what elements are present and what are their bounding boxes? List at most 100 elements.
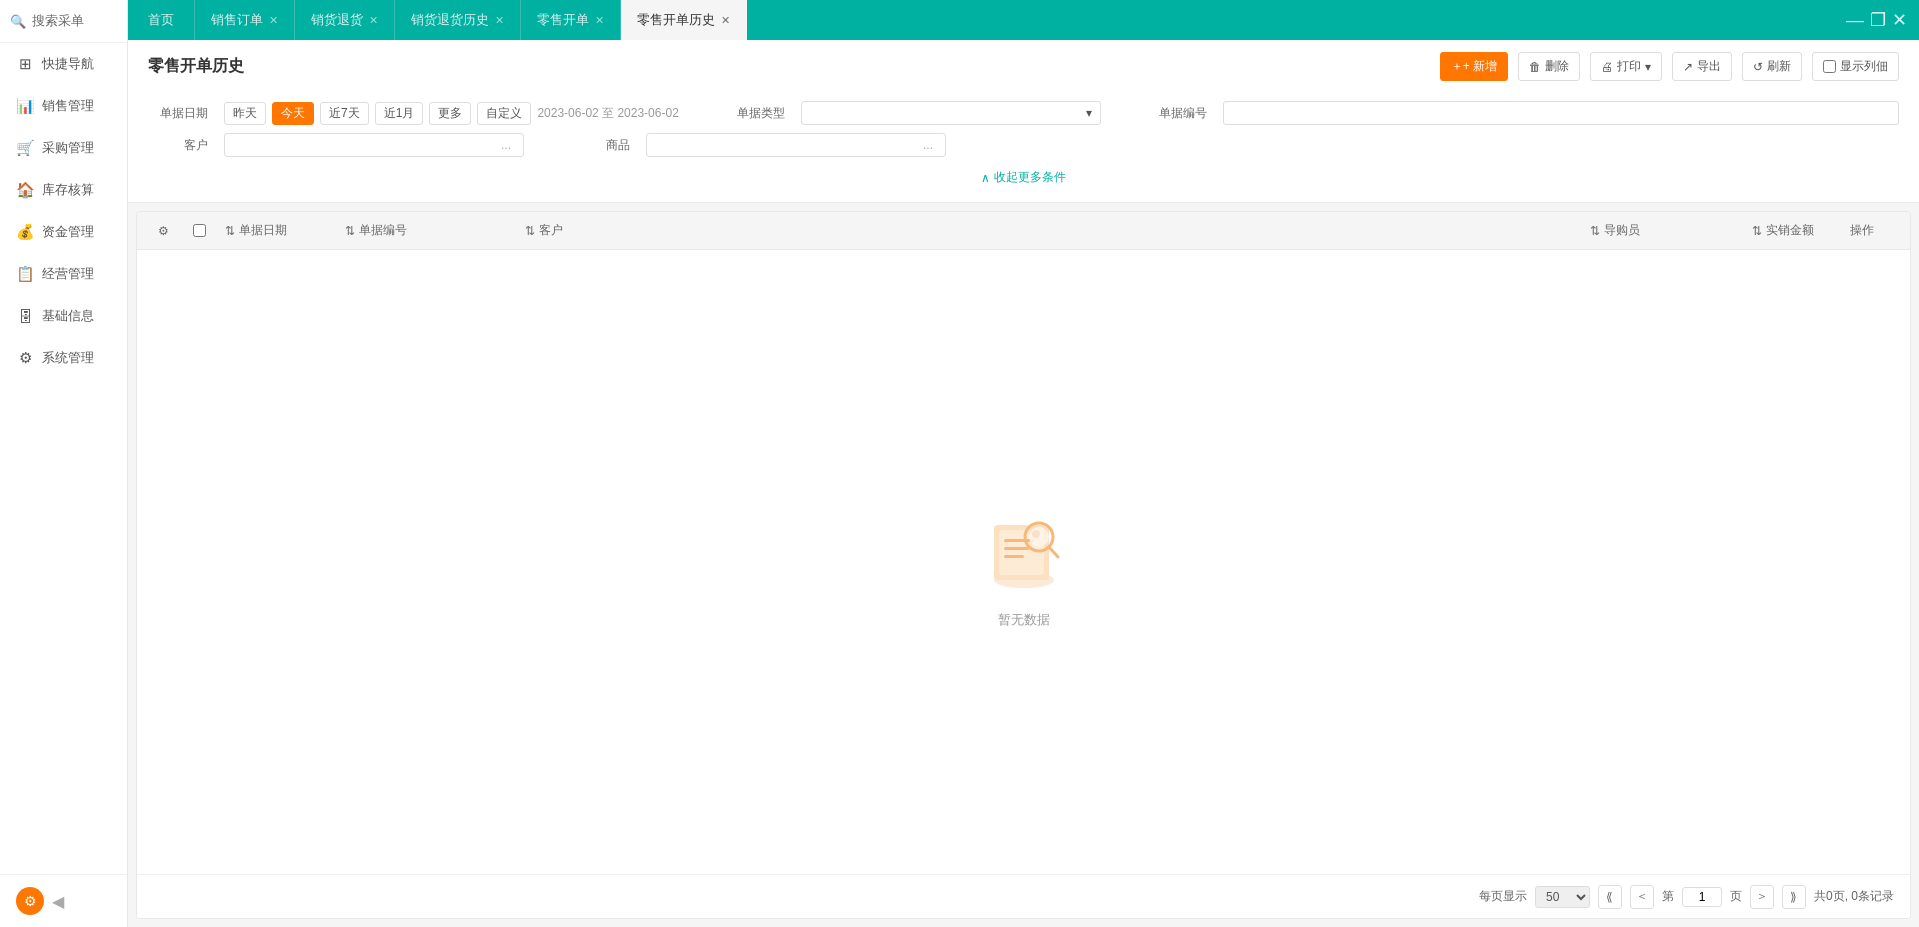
refresh-button[interactable]: ↺ 刷新 <box>1742 52 1802 81</box>
page-title: 零售开单历史 <box>148 56 244 77</box>
sidebar-item-purchase-mgmt[interactable]: 🛒 采购管理 <box>0 127 127 169</box>
tab-sales-return-history[interactable]: 销货退货历史 ✕ <box>395 0 521 40</box>
pagination: 每页显示 50 10 20 100 ⟪ ＜ 第 页 ＞ ⟫ 共0页, 0条记录 <box>137 874 1910 918</box>
bill-type-label: 单据类型 <box>725 105 785 122</box>
date-7days-btn[interactable]: 近7天 <box>320 102 369 125</box>
tab-label-sales-return: 销货退货 <box>311 11 363 29</box>
bill-type-select[interactable]: ▾ <box>801 101 1101 125</box>
sidebar: 🔍 搜索采单 ⊞ 快捷导航 📊 销售管理 🛒 采购管理 🏠 库存核算 💰 资金管… <box>0 0 128 927</box>
tab-close-retail-open[interactable]: ✕ <box>595 14 604 27</box>
sidebar-search-label: 搜索采单 <box>32 12 84 30</box>
table-header: ⚙ ⇅ 单据日期 ⇅ 单据编号 ⇅ 客户 ⇅ 导购员 <box>137 212 1910 250</box>
tab-close-retail-open-history[interactable]: ✕ <box>721 14 730 27</box>
sidebar-item-system-mgmt[interactable]: ⚙ 系统管理 <box>0 337 127 379</box>
tab-home[interactable]: 首页 <box>128 0 195 40</box>
sidebar-item-ops-mgmt[interactable]: 📋 经营管理 <box>0 253 127 295</box>
svg-point-9 <box>1032 530 1040 538</box>
date-yesterday-btn[interactable]: 昨天 <box>224 102 266 125</box>
goods-select[interactable]: ... <box>646 133 946 157</box>
th-billno: ⇅ 单据编号 <box>337 222 517 239</box>
th-date-label: 单据日期 <box>239 222 287 239</box>
date-filter-group: 昨天 今天 近7天 近1月 更多 自定义 2023-06-02 至 2023-0… <box>224 102 679 125</box>
sidebar-item-inventory[interactable]: 🏠 库存核算 <box>0 169 127 211</box>
tab-label-sales-return-history: 销货退货历史 <box>411 11 489 29</box>
filter-row-1: 单据日期 昨天 今天 近7天 近1月 更多 自定义 2023-06-02 至 2… <box>148 101 1899 125</box>
minimize-button[interactable]: — <box>1846 10 1864 31</box>
sidebar-search[interactable]: 🔍 搜索采单 <box>0 0 127 43</box>
svg-line-8 <box>1049 547 1058 557</box>
export-button[interactable]: ↗ 导出 <box>1672 52 1732 81</box>
empty-illustration <box>974 495 1074 595</box>
collapse-more-conditions-btn[interactable]: ∧ 收起更多条件 <box>981 169 1066 186</box>
inventory-icon: 🏠 <box>16 181 34 199</box>
per-page-select[interactable]: 50 10 20 100 <box>1535 886 1590 908</box>
main-area: 首页销售订单✕销货退货✕销货退货历史✕零售开单✕零售开单历史✕ — ❐ ✕ 零售… <box>128 0 1919 927</box>
date-1month-btn[interactable]: 近1月 <box>375 102 424 125</box>
sidebar-item-quick-nav[interactable]: ⊞ 快捷导航 <box>0 43 127 85</box>
customer-label: 客户 <box>148 137 208 154</box>
finance-label: 资金管理 <box>42 223 94 241</box>
content-area: 零售开单历史 ＋ + 新增 🗑 删除 🖨 打印 ▾ <box>128 40 1919 927</box>
table-settings-icon[interactable]: ⚙ <box>145 224 181 238</box>
select-all-checkbox[interactable] <box>193 224 206 237</box>
print-button[interactable]: 🖨 打印 ▾ <box>1590 52 1662 81</box>
filter-area: 单据日期 昨天 今天 近7天 近1月 更多 自定义 2023-06-02 至 2… <box>148 91 1899 202</box>
goods-ellipsis-btn[interactable]: ... <box>919 138 937 152</box>
first-page-btn[interactable]: ⟪ <box>1598 885 1622 909</box>
toolbar: ＋ + 新增 🗑 删除 🖨 打印 ▾ ↗ 导出 <box>1440 52 1899 81</box>
display-cols-button[interactable]: 显示列佃 <box>1812 52 1899 81</box>
tab-sales-return[interactable]: 销货退货 ✕ <box>295 0 395 40</box>
tab-close-sales-order[interactable]: ✕ <box>269 14 278 27</box>
next-page-btn[interactable]: ＞ <box>1750 885 1774 909</box>
sales-mgmt-icon: 📊 <box>16 97 34 115</box>
tab-retail-open[interactable]: 零售开单✕ <box>521 0 621 40</box>
th-amount: ⇅ 实销金额 <box>1702 222 1822 239</box>
bill-no-input[interactable] <box>1223 101 1899 125</box>
finance-icon: 💰 <box>16 223 34 241</box>
basic-info-icon: 🗄 <box>16 308 34 325</box>
ops-mgmt-label: 经营管理 <box>42 265 94 283</box>
customer-ellipsis-btn[interactable]: ... <box>497 138 515 152</box>
sidebar-item-sales-mgmt[interactable]: 📊 销售管理 <box>0 85 127 127</box>
date-today-btn[interactable]: 今天 <box>272 102 314 125</box>
th-guide-label: 导购员 <box>1604 222 1640 239</box>
restore-button[interactable]: ❐ <box>1870 9 1886 31</box>
sidebar-bottom: ⚙ ◀ <box>0 874 127 927</box>
tab-close-sales-return[interactable]: ✕ <box>369 14 378 27</box>
tabbar-right: — ❐ ✕ <box>1846 9 1919 31</box>
delete-icon: 🗑 <box>1529 60 1541 74</box>
ops-mgmt-icon: 📋 <box>16 265 34 283</box>
tab-close-sales-return-history[interactable]: ✕ <box>495 14 504 27</box>
empty-text: 暂无数据 <box>998 611 1050 629</box>
date-custom-btn[interactable]: 自定义 <box>477 102 531 125</box>
table-select-all[interactable] <box>181 224 217 237</box>
tab-retail-open-history[interactable]: 零售开单历史✕ <box>621 0 747 40</box>
svg-rect-4 <box>1004 547 1029 550</box>
sidebar-item-finance[interactable]: 💰 资金管理 <box>0 211 127 253</box>
total-info: 共0页, 0条记录 <box>1814 888 1894 905</box>
date-more-btn[interactable]: 更多 <box>429 102 471 125</box>
settings-icon-bottom[interactable]: ⚙ <box>16 887 44 915</box>
bill-no-label: 单据编号 <box>1147 105 1207 122</box>
sidebar-item-basic-info[interactable]: 🗄 基础信息 <box>0 295 127 337</box>
prev-page-btn[interactable]: ＜ <box>1630 885 1654 909</box>
bill-type-dropdown-icon: ▾ <box>1086 106 1092 120</box>
add-button[interactable]: ＋ + 新增 <box>1440 52 1508 81</box>
close-window-button[interactable]: ✕ <box>1892 9 1907 31</box>
collapse-sidebar-button[interactable]: ◀ <box>52 892 64 911</box>
per-page-label: 每页显示 <box>1479 888 1527 905</box>
customer-select[interactable]: ... <box>224 133 524 157</box>
chevron-up-icon: ∧ <box>981 171 990 185</box>
tabbar: 首页销售订单✕销货退货✕销货退货历史✕零售开单✕零售开单历史✕ — ❐ ✕ <box>128 0 1919 40</box>
tab-sales-order[interactable]: 销售订单✕ <box>195 0 295 40</box>
delete-button[interactable]: 🗑 删除 <box>1518 52 1580 81</box>
page-title-row: 零售开单历史 ＋ + 新增 🗑 删除 🖨 打印 ▾ <box>148 52 1899 81</box>
page-number-input[interactable] <box>1682 887 1722 907</box>
search-icon: 🔍 <box>10 14 26 29</box>
th-action-label: 操作 <box>1850 222 1874 239</box>
tab-label-home: 首页 <box>148 11 174 29</box>
display-cols-checkbox[interactable] <box>1823 60 1836 73</box>
last-page-btn[interactable]: ⟫ <box>1782 885 1806 909</box>
page-label: 第 <box>1662 888 1674 905</box>
th-amount-label: 实销金额 <box>1766 222 1814 239</box>
